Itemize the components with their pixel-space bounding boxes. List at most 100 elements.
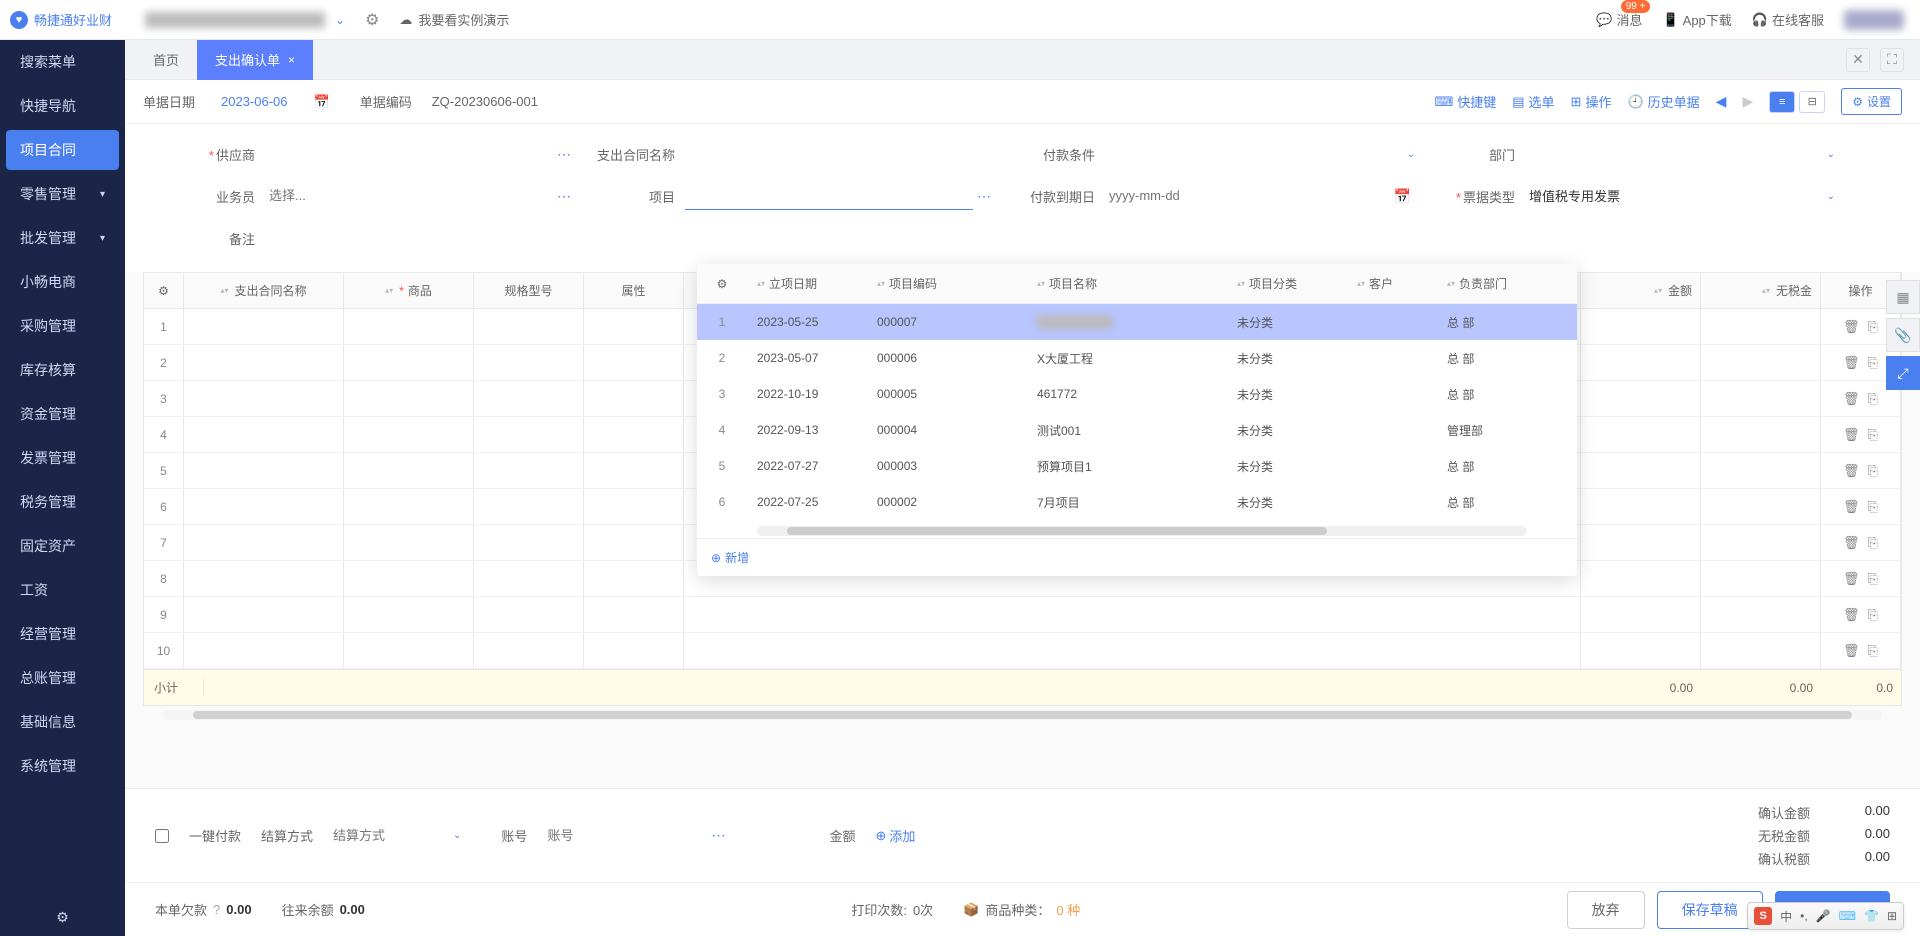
cell-contract[interactable]: [184, 561, 344, 596]
dd-col-dept[interactable]: ▴▾负责部门: [1437, 275, 1557, 292]
delete-icon[interactable]: 🗑: [1843, 355, 1860, 371]
expand-button[interactable]: ⛶: [1880, 48, 1904, 72]
sidebar-item[interactable]: 项目合同: [6, 130, 119, 170]
cell-notax[interactable]: [1701, 345, 1821, 380]
avatar[interactable]: [1844, 10, 1904, 30]
delete-icon[interactable]: 🗑: [1843, 391, 1860, 407]
dept-input[interactable]: [1525, 140, 1827, 168]
cell-attr[interactable]: [584, 345, 684, 380]
dropdown-row[interactable]: 3 2022-10-19 000005 461772 未分类 总 部: [697, 376, 1577, 412]
copy-icon[interactable]: ⎘: [1868, 499, 1878, 515]
sidebar-settings-icon[interactable]: ⚙: [0, 909, 125, 926]
delete-icon[interactable]: 🗑: [1843, 319, 1860, 335]
cell-notax[interactable]: [1701, 381, 1821, 416]
chevron-down-icon[interactable]: ⌄: [453, 830, 461, 841]
dd-col-cust[interactable]: ▴▾客户: [1347, 275, 1437, 292]
cell-amount[interactable]: [1581, 417, 1701, 452]
copy-icon[interactable]: ⎘: [1868, 319, 1878, 335]
app-download-link[interactable]: 📱 App下载: [1662, 10, 1731, 29]
cell-spec[interactable]: [474, 597, 584, 632]
cell-goods[interactable]: [344, 633, 474, 668]
sidebar-item[interactable]: 工资: [0, 568, 125, 612]
cell-attr[interactable]: [584, 453, 684, 488]
cell-attr[interactable]: [584, 561, 684, 596]
cell-amount[interactable]: [1581, 561, 1701, 596]
scrollbar-thumb[interactable]: [193, 711, 1852, 719]
calendar-icon[interactable]: 📅: [1390, 188, 1415, 205]
delete-icon[interactable]: 🗑: [1843, 643, 1860, 659]
delete-icon[interactable]: 🗑: [1843, 427, 1860, 443]
cell-goods[interactable]: [344, 417, 474, 452]
copy-icon[interactable]: ⎘: [1868, 535, 1878, 551]
close-all-button[interactable]: ✕: [1846, 48, 1870, 72]
sidebar-item[interactable]: 系统管理: [0, 744, 125, 788]
dropdown-row[interactable]: 4 2022-09-13 000004 测试001 未分类 管理部: [697, 412, 1577, 448]
delete-icon[interactable]: 🗑: [1843, 499, 1860, 515]
cell-spec[interactable]: [474, 453, 584, 488]
dropdown-add-link[interactable]: ⊕新增: [711, 549, 1563, 566]
cell-goods[interactable]: [344, 597, 474, 632]
sidebar-item[interactable]: 搜索菜单: [0, 40, 125, 84]
pay-terms-input[interactable]: [1105, 140, 1407, 168]
col-goods[interactable]: ▴▾*商品: [344, 273, 474, 308]
cell-attr[interactable]: [584, 633, 684, 668]
dd-col-name[interactable]: ▴▾项目名称: [1027, 275, 1227, 292]
more-icon[interactable]: ⋯: [973, 188, 995, 205]
shortcut-link[interactable]: ⌨快捷键: [1434, 92, 1496, 111]
sidebar-item[interactable]: 经营管理: [0, 612, 125, 656]
cell-goods[interactable]: [344, 345, 474, 380]
dropdown-scrollbar[interactable]: [757, 526, 1527, 536]
cell-spec[interactable]: [474, 309, 584, 344]
select-order-link[interactable]: ▤选单: [1512, 92, 1554, 111]
ime-keyboard-icon[interactable]: ⌨: [1839, 909, 1856, 923]
cell-amount[interactable]: [1581, 345, 1701, 380]
tab-home[interactable]: 首页: [135, 40, 197, 80]
cell-attr[interactable]: [584, 597, 684, 632]
messages-link[interactable]: 💬 消息 99 +: [1596, 10, 1642, 29]
dropdown-gear-icon[interactable]: ⚙: [697, 277, 747, 291]
cell-goods[interactable]: [344, 453, 474, 488]
cell-contract[interactable]: [184, 453, 344, 488]
demo-link[interactable]: ☁ 我要看实例演示: [399, 10, 509, 29]
cell-notax[interactable]: [1701, 489, 1821, 524]
cell-contract[interactable]: [184, 417, 344, 452]
history-link[interactable]: 🕘历史单据: [1627, 92, 1699, 111]
sidebar-item[interactable]: 快捷导航: [0, 84, 125, 128]
org-selector[interactable]: ⌄: [125, 12, 365, 28]
horizontal-scrollbar[interactable]: [163, 710, 1882, 720]
sidebar-item[interactable]: 基础信息: [0, 700, 125, 744]
sidebar-item[interactable]: 批发管理▾: [0, 216, 125, 260]
next-arrow-icon[interactable]: ▶: [1742, 93, 1753, 110]
discard-button[interactable]: 放弃: [1567, 891, 1645, 929]
calendar-icon[interactable]: 📅: [314, 94, 330, 110]
copy-icon[interactable]: ⎘: [1868, 607, 1878, 623]
project-input[interactable]: [685, 182, 973, 210]
col-contract[interactable]: ▴▾支出合同名称: [184, 273, 344, 308]
cell-amount[interactable]: [1581, 489, 1701, 524]
copy-icon[interactable]: ⎘: [1868, 571, 1878, 587]
delete-icon[interactable]: 🗑: [1843, 607, 1860, 623]
col-notax[interactable]: ▴▾无税金: [1701, 273, 1821, 308]
cell-contract[interactable]: [184, 597, 344, 632]
cell-contract[interactable]: [184, 633, 344, 668]
cell-attr[interactable]: [584, 525, 684, 560]
delete-icon[interactable]: 🗑: [1843, 571, 1860, 587]
cell-spec[interactable]: [474, 561, 584, 596]
col-attr[interactable]: 属性: [584, 273, 684, 308]
copy-icon[interactable]: ⎘: [1868, 427, 1878, 443]
cell-goods[interactable]: [344, 381, 474, 416]
remark-input[interactable]: [265, 224, 1785, 252]
dd-col-date[interactable]: ▴▾立项日期: [747, 275, 867, 292]
invoice-type-input[interactable]: [1525, 182, 1827, 210]
settings-button[interactable]: ⚙设置: [1841, 88, 1902, 115]
cell-attr[interactable]: [584, 489, 684, 524]
prev-arrow-icon[interactable]: ◀: [1716, 93, 1727, 110]
edge-attach-button[interactable]: 📎: [1886, 318, 1920, 352]
help-icon[interactable]: ?: [213, 902, 220, 917]
add-payment-link[interactable]: ⊕添加: [875, 826, 915, 845]
onekey-pay-checkbox[interactable]: [155, 829, 169, 843]
sidebar-item[interactable]: 小畅电商: [0, 260, 125, 304]
ime-toolbar[interactable]: S 中 •, 🎤 ⌨ 👕 ⊞: [1747, 902, 1904, 930]
ime-lang[interactable]: 中: [1780, 908, 1792, 925]
supplier-input[interactable]: [265, 140, 553, 168]
